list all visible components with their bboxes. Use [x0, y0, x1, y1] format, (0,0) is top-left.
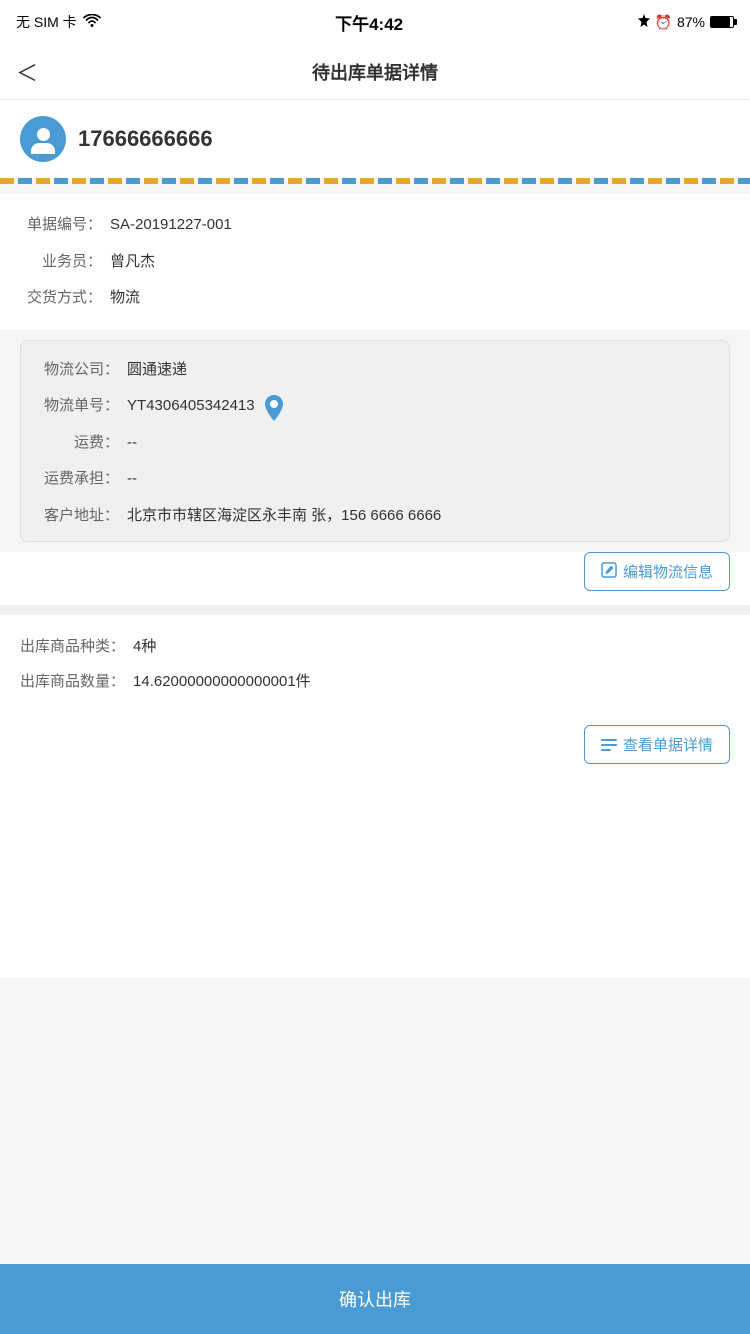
list-icon [601, 737, 617, 753]
delivery-row: 交货方式： 物流 [20, 287, 730, 310]
address-value: 北京市市辖区海淀区永丰南 张，156 6666 6666 [127, 505, 713, 528]
salesman-row: 业务员： 曾凡杰 [20, 251, 730, 274]
goods-quantity-value: 14.62000000000000001件 [133, 670, 311, 691]
order-no-label: 单据编号： [20, 214, 110, 237]
carrier-text: 无 SIM 卡 [16, 12, 77, 32]
section-separator [0, 605, 750, 615]
order-no-row: 单据编号： SA-20191227-001 [20, 214, 730, 237]
edit-logistics-label: 编辑物流信息 [623, 561, 713, 582]
view-detail-wrap: 查看单据详情 [0, 711, 750, 778]
status-carrier: 无 SIM 卡 [16, 12, 101, 32]
logistics-tracking-value: YT4306405342413 [127, 395, 713, 418]
delivery-value: 物流 [110, 287, 730, 310]
location-icon[interactable] [263, 395, 285, 417]
tracking-number: YT4306405342413 [127, 395, 255, 418]
logistics-company-label: 物流公司： [37, 359, 127, 382]
customer-phone: 17666666666 [78, 126, 213, 152]
freight-bearer-label: 运费承担： [37, 468, 127, 491]
freight-value: -- [127, 432, 713, 455]
white-spacer [0, 778, 750, 978]
edit-logistics-button[interactable]: 编辑物流信息 [584, 552, 730, 591]
salesman-label: 业务员： [20, 251, 110, 274]
logistics-tracking-label: 物流单号： [37, 395, 127, 418]
address-label: 客户地址： [37, 505, 127, 528]
edit-icon [601, 562, 617, 582]
avatar [20, 116, 66, 162]
goods-types-label: 出库商品种类： [20, 635, 133, 656]
logistics-section: 物流公司： 圆通速递 物流单号： YT4306405342413 运费： -- … [20, 340, 730, 543]
confirm-button[interactable]: 确认出库 [0, 1264, 750, 1334]
battery-icon [710, 16, 734, 28]
back-button[interactable]: ＜ [8, 48, 46, 96]
battery-percent: 87% [677, 14, 705, 30]
status-time: 下午4:42 [335, 10, 403, 35]
delivery-label: 交货方式： [20, 287, 110, 310]
view-detail-label: 查看单据详情 [623, 734, 713, 755]
logistics-company-row: 物流公司： 圆通速递 [37, 359, 713, 382]
customer-header: 17666666666 [0, 100, 750, 178]
freight-row: 运费： -- [37, 432, 713, 455]
freight-label: 运费： [37, 432, 127, 455]
clock-icon: ⏰ [655, 14, 672, 31]
order-no-value: SA-20191227-001 [110, 214, 730, 237]
status-right: ⏰ 87% [638, 14, 734, 31]
salesman-value: 曾凡杰 [110, 251, 730, 274]
goods-quantity-label: 出库商品数量： [20, 670, 133, 691]
page-title: 待出库单据详情 [312, 59, 438, 85]
location-status-icon [638, 14, 650, 31]
dashed-divider [0, 178, 750, 184]
nav-bar: ＜ 待出库单据详情 [0, 44, 750, 100]
status-bar: 无 SIM 卡 下午4:42 ⏰ 87% [0, 0, 750, 44]
edit-btn-wrap: 编辑物流信息 [0, 552, 750, 605]
wifi-icon [83, 14, 101, 31]
goods-types-value: 4种 [133, 635, 156, 656]
order-info-section: 单据编号： SA-20191227-001 业务员： 曾凡杰 交货方式： 物流 [0, 194, 750, 330]
goods-quantity-row: 出库商品数量： 14.62000000000000001件 [20, 670, 730, 691]
view-detail-button[interactable]: 查看单据详情 [584, 725, 730, 764]
freight-bearer-row: 运费承担： -- [37, 468, 713, 491]
goods-types-row: 出库商品种类： 4种 [20, 635, 730, 656]
logistics-tracking-row: 物流单号： YT4306405342413 [37, 395, 713, 418]
goods-section: 出库商品种类： 4种 出库商品数量： 14.62000000000000001件 [0, 615, 750, 711]
freight-bearer-value: -- [127, 468, 713, 491]
content: 17666666666 单据编号： SA-20191227-001 业务员： 曾… [0, 100, 750, 1058]
logistics-company-value: 圆通速递 [127, 359, 713, 382]
confirm-button-label: 确认出库 [339, 1286, 411, 1312]
address-row: 客户地址： 北京市市辖区海淀区永丰南 张，156 6666 6666 [37, 505, 713, 528]
